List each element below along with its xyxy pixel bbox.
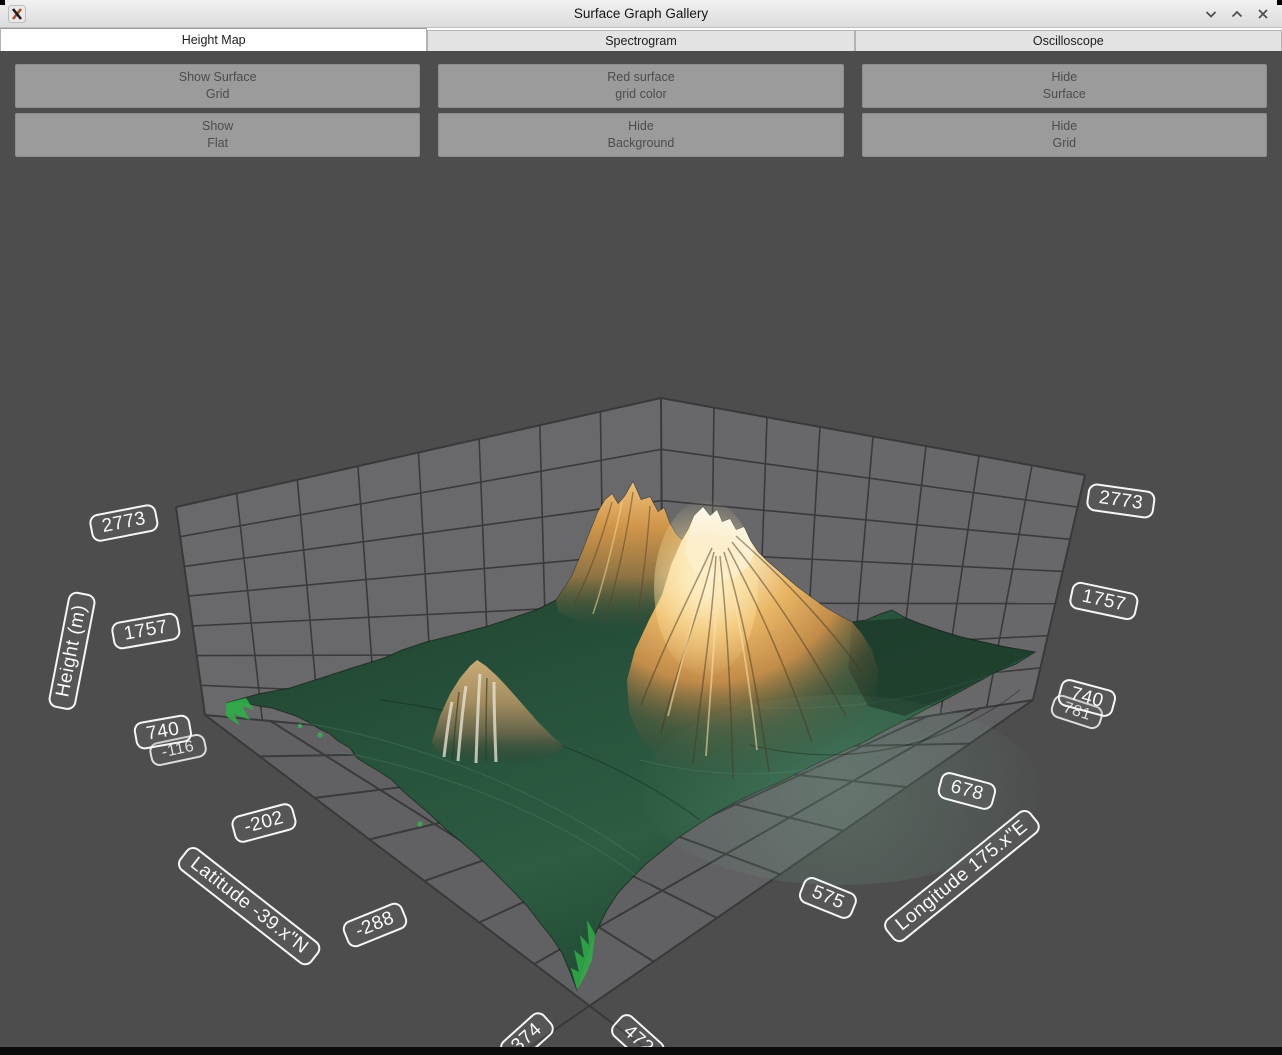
hide-grid-button[interactable]: Hide Grid [862, 113, 1267, 157]
sunlit-glow [654, 500, 758, 676]
window-corner [0, 0, 5, 5]
window-corner [1277, 0, 1282, 5]
tab-oscilloscope[interactable]: Oscilloscope [855, 30, 1282, 51]
show-flat-button[interactable]: Show Flat [15, 113, 420, 157]
window-bottom-edge [0, 1047, 1282, 1055]
hide-background-button[interactable]: Hide Background [438, 113, 843, 157]
toolbar: Show Surface Grid Red surface grid color… [0, 51, 1282, 157]
tab-spectrogram[interactable]: Spectrogram [427, 30, 854, 51]
hide-surface-button[interactable]: Hide Surface [862, 64, 1267, 108]
fringe-dot [317, 732, 322, 737]
chevron-up-icon[interactable] [1228, 5, 1246, 23]
titlebar: Surface Graph Gallery [0, 0, 1282, 28]
tab-bar: Height Map Spectrogram Oscilloscope [0, 28, 1282, 51]
fringe-dot [298, 724, 302, 728]
chevron-down-icon[interactable] [1202, 5, 1220, 23]
red-surface-grid-color-button[interactable]: Red surface grid color [438, 64, 843, 108]
fringe-dot [417, 821, 422, 826]
tab-height-map[interactable]: Height Map [0, 28, 427, 51]
window-controls [1202, 5, 1282, 23]
close-icon[interactable] [1254, 5, 1272, 23]
window-title: Surface Graph Gallery [0, 6, 1282, 21]
surface-plot-3d[interactable] [0, 0, 1282, 1055]
show-surface-grid-button[interactable]: Show Surface Grid [15, 64, 420, 108]
app-window: Surface Graph Gallery Height Map Spectro… [0, 0, 1282, 1055]
